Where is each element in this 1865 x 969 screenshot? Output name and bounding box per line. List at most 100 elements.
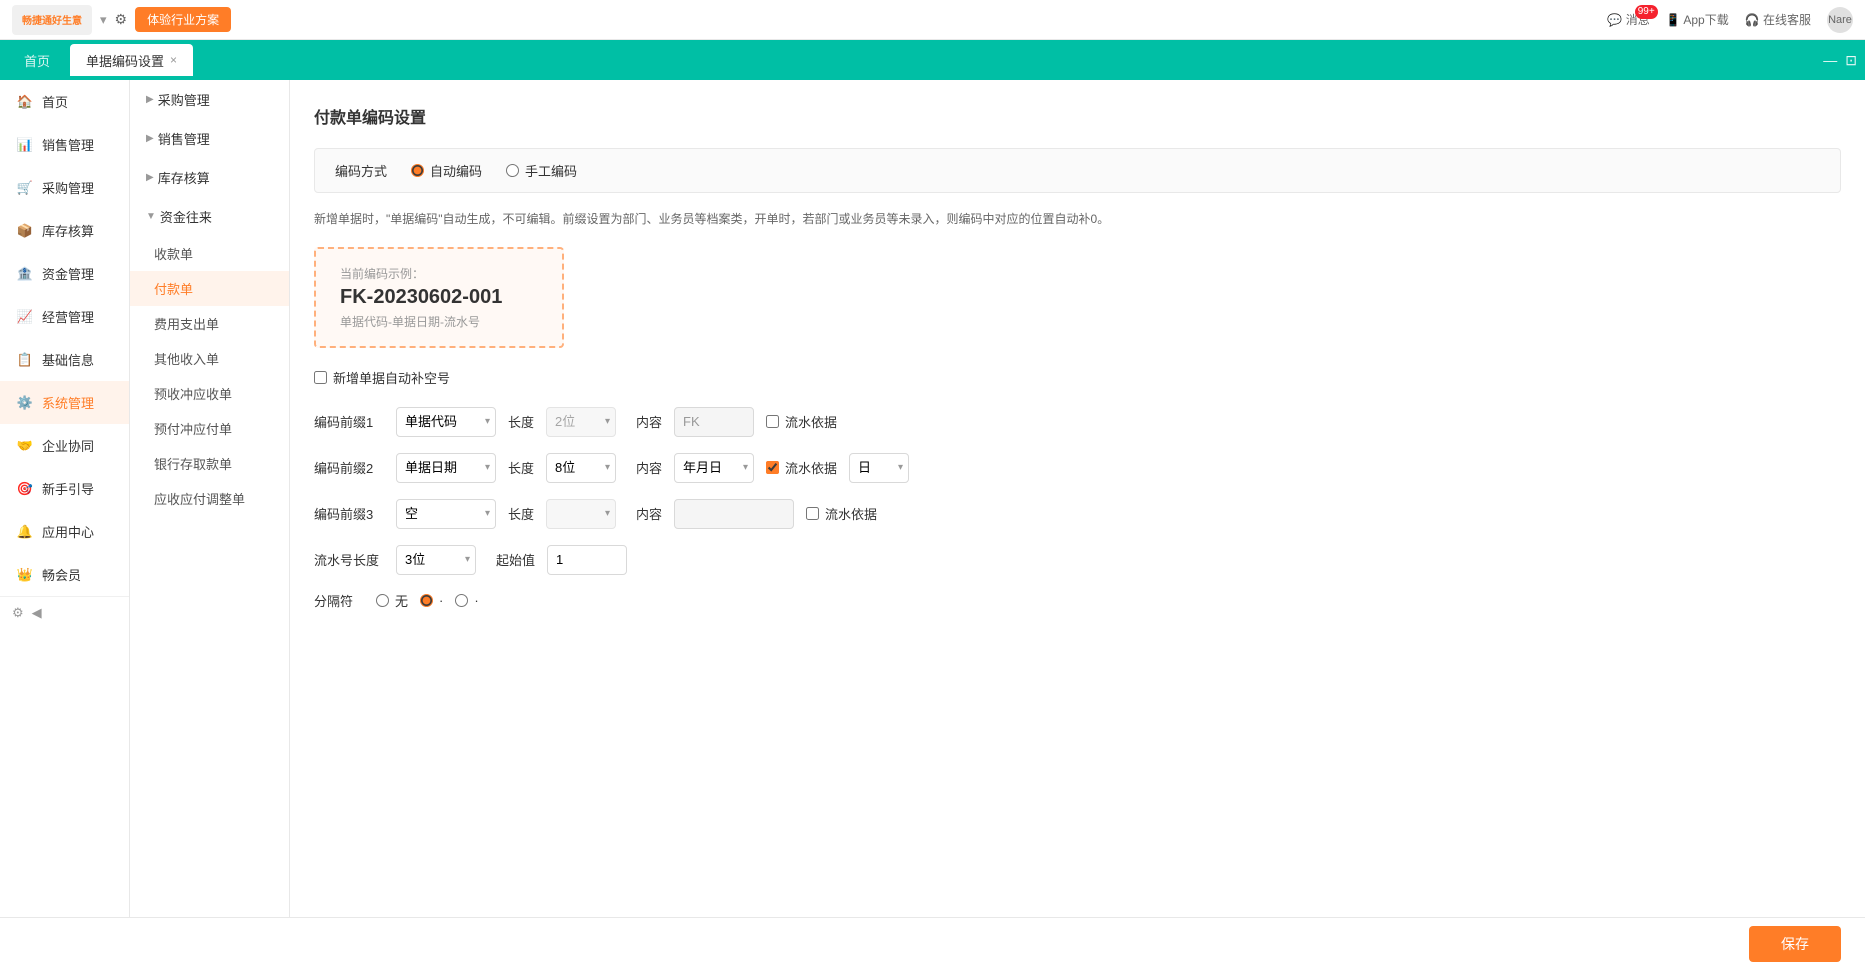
content-area: 付款单编码设置 编码方式 自动编码 手工编码 新增单据时，"单据编码"自动生成，… <box>290 80 1865 917</box>
prefix3-row: 编码前缀3 空 ▾ 长度 ▾ 内容 流水依据 <box>314 499 1841 529</box>
inventory-icon: 📦 <box>16 222 34 240</box>
sep-dot2-radio[interactable] <box>455 594 468 607</box>
nav-item-purchase[interactable]: 🛒 采购管理 <box>0 166 129 209</box>
preview-sub: 单据代码-单据日期-流水号 <box>340 313 538 330</box>
prefix2-select-wrap: 单据日期 ▾ <box>396 453 496 483</box>
guide-icon: 🎯 <box>16 480 34 498</box>
trial-button[interactable]: 体验行业方案 <box>135 7 231 32</box>
prefix2-unit-select[interactable]: 日 <box>849 453 909 483</box>
nav-item-inventory[interactable]: 📦 库存核算 <box>0 209 129 252</box>
tab-home[interactable]: 首页 <box>8 44 66 76</box>
prefix1-content-label: 内容 <box>636 412 662 431</box>
submenu-item-receipt[interactable]: 收款单 <box>130 236 289 271</box>
main-layout: 🏠 首页 📊 销售管理 🛒 采购管理 📦 库存核算 🏦 资金管理 📈 经营管理 … <box>0 80 1865 917</box>
prefix3-label: 编码前缀3 <box>314 504 384 523</box>
prefix3-serial-label[interactable]: 流水依据 <box>806 504 877 523</box>
preview-code: FK-20230602-001 <box>340 286 538 309</box>
preview-box: 当前编码示例： FK-20230602-001 单据代码-单据日期-流水号 <box>314 247 564 348</box>
sep-dot2-option[interactable]: · <box>455 593 478 608</box>
nav-item-cooperation[interactable]: 🤝 企业协同 <box>0 424 129 467</box>
prefix3-select-wrap: 空 ▾ <box>396 499 496 529</box>
auto-fill-checkbox[interactable] <box>314 371 327 384</box>
prefix2-len-select[interactable]: 8位 <box>546 453 616 483</box>
tab-encoding-settings[interactable]: 单据编码设置 × <box>70 44 193 76</box>
app-download[interactable]: 📱 App下载 <box>1666 11 1729 28</box>
nav-item-app-center[interactable]: 🔔 应用中心 <box>0 510 129 553</box>
sep-none-radio[interactable] <box>376 594 389 607</box>
submenu-item-other-income[interactable]: 其他收入单 <box>130 341 289 376</box>
prefix1-serial-checkbox[interactable] <box>766 415 779 428</box>
submenu-item-payment[interactable]: 付款单 <box>130 271 289 306</box>
dropdown-arrow[interactable]: ▾ <box>100 12 107 28</box>
minimize-icon[interactable]: — <box>1823 52 1837 69</box>
submenu-group-purchase: ▶ 采购管理 <box>130 80 289 119</box>
nav-item-system[interactable]: ⚙️ 系统管理 <box>0 381 129 424</box>
submenu-purchase-title[interactable]: ▶ 采购管理 <box>130 80 289 119</box>
prefix2-serial-label[interactable]: 流水依据 <box>766 458 837 477</box>
prefix1-len-label: 长度 <box>508 412 534 431</box>
prefix3-select[interactable]: 空 <box>396 499 496 529</box>
auto-encode-radio[interactable] <box>411 164 424 177</box>
prefix2-len-wrap: 8位 ▾ <box>546 453 616 483</box>
manual-encode-option[interactable]: 手工编码 <box>506 161 577 180</box>
footer-collapse-icon[interactable]: ◀ <box>32 605 42 621</box>
bottom-bar: 保存 <box>0 917 1865 969</box>
nav-item-finance[interactable]: 🏦 资金管理 <box>0 252 129 295</box>
prefix2-select[interactable]: 单据日期 <box>396 453 496 483</box>
app-center-icon: 🔔 <box>16 523 34 541</box>
auto-fill-row: 新增单据自动补空号 <box>314 368 1841 387</box>
manual-encode-radio[interactable] <box>506 164 519 177</box>
chevron-right-icon3: ▶ <box>146 172 154 183</box>
submenu-item-prepay-offset[interactable]: 预收冲应收单 <box>130 376 289 411</box>
chevron-down-icon: ▼ <box>146 211 156 222</box>
prefix2-content-select[interactable]: 年月日 <box>674 453 754 483</box>
nav-item-sales[interactable]: 📊 销售管理 <box>0 123 129 166</box>
settings-gear-icon[interactable]: ⚙ <box>115 11 128 28</box>
submenu-fund-title[interactable]: ▼ 资金往来 <box>130 197 289 236</box>
nav-item-basic-info[interactable]: 📋 基础信息 <box>0 338 129 381</box>
prefix3-serial-checkbox[interactable] <box>806 507 819 520</box>
submenu-item-adjustment[interactable]: 应收应付调整单 <box>130 481 289 516</box>
user-avatar[interactable]: Nare <box>1827 7 1853 33</box>
submenu-sales-title[interactable]: ▶ 销售管理 <box>130 119 289 158</box>
prefix1-len-select[interactable]: 2位 <box>546 407 616 437</box>
purchase-icon: 🛒 <box>16 179 34 197</box>
tab-close-icon[interactable]: × <box>170 53 177 67</box>
auto-fill-label[interactable]: 新增单据自动补空号 <box>314 368 450 387</box>
submenu-group-sales: ▶ 销售管理 <box>130 119 289 158</box>
nav-item-vip[interactable]: 👑 畅会员 <box>0 553 129 596</box>
auto-encode-option[interactable]: 自动编码 <box>411 161 482 180</box>
serial-len-select[interactable]: 3位 <box>396 545 476 575</box>
prefix3-len-select[interactable] <box>546 499 616 529</box>
message-icon[interactable]: 💬 消息 99+ <box>1607 11 1649 28</box>
footer-settings-icon[interactable]: ⚙ <box>12 605 24 621</box>
prefix3-len-wrap: ▾ <box>546 499 616 529</box>
start-value-input[interactable] <box>547 545 627 575</box>
prefix1-label: 编码前缀1 <box>314 412 384 431</box>
maximize-icon[interactable]: ⊡ <box>1845 52 1857 69</box>
top-right-actions: 💬 消息 99+ 📱 App下载 🎧 在线客服 Nare <box>1607 7 1853 33</box>
sep-none-option[interactable]: 无 <box>376 591 408 610</box>
sep-dot-option[interactable]: · <box>420 593 443 608</box>
prefix2-label: 编码前缀2 <box>314 458 384 477</box>
submenu-item-expense[interactable]: 费用支出单 <box>130 306 289 341</box>
submenu-item-advance-offset[interactable]: 预付冲应付单 <box>130 411 289 446</box>
nav-item-home[interactable]: 🏠 首页 <box>0 80 129 123</box>
sub-menu: ▶ 采购管理 ▶ 销售管理 ▶ 库存核算 ▼ 资金往来 收款单 付款单 费用支出… <box>130 80 290 917</box>
left-nav: 🏠 首页 📊 销售管理 🛒 采购管理 📦 库存核算 🏦 资金管理 📈 经营管理 … <box>0 80 130 917</box>
separator-label: 分隔符 <box>314 591 364 610</box>
online-service[interactable]: 🎧 在线客服 <box>1745 11 1811 28</box>
submenu-inventory-title[interactable]: ▶ 库存核算 <box>130 158 289 197</box>
prefix1-serial-label[interactable]: 流水依据 <box>766 412 837 431</box>
prefix1-row: 编码前缀1 单据代码 ▾ 长度 2位 ▾ 内容 流水依据 <box>314 407 1841 437</box>
submenu-item-bank[interactable]: 银行存取款单 <box>130 446 289 481</box>
prefix3-content-label: 内容 <box>636 504 662 523</box>
nav-item-guide[interactable]: 🎯 新手引导 <box>0 467 129 510</box>
sep-dot-radio[interactable] <box>420 594 433 607</box>
sales-icon: 📊 <box>16 136 34 154</box>
chevron-right-icon2: ▶ <box>146 133 154 144</box>
nav-item-operations[interactable]: 📈 经营管理 <box>0 295 129 338</box>
prefix1-select[interactable]: 单据代码 <box>396 407 496 437</box>
prefix2-serial-checkbox[interactable] <box>766 461 779 474</box>
save-button[interactable]: 保存 <box>1749 926 1841 962</box>
